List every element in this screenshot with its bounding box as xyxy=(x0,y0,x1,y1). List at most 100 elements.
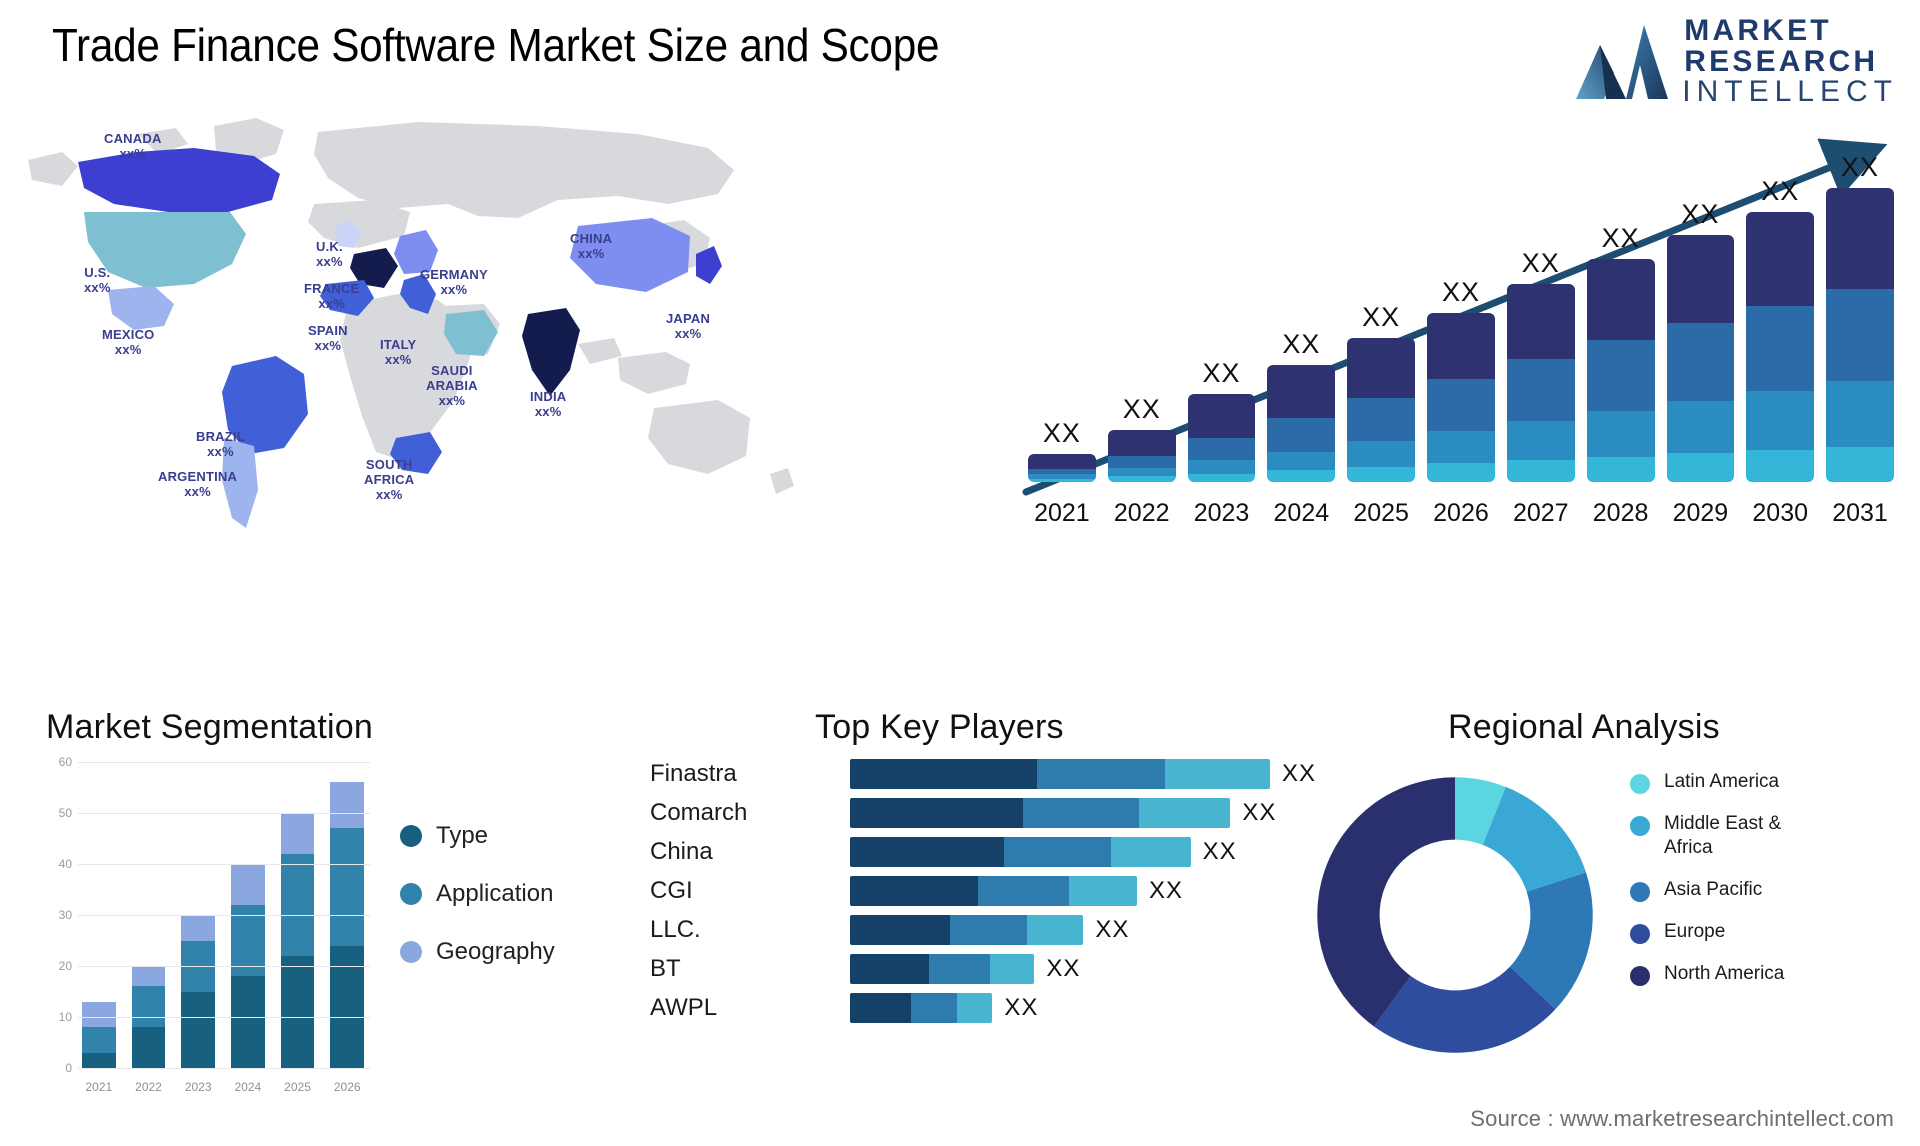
segmentation-y-tick: 10 xyxy=(58,1010,72,1024)
player-bar-segment xyxy=(850,954,930,984)
logo-line-intellect: INTELLECT xyxy=(1682,75,1898,109)
legend-label: Middle East & Africa xyxy=(1664,813,1782,858)
forecast-bar-segment xyxy=(1427,431,1495,464)
forecast-bar-stack xyxy=(1107,430,1176,482)
logo-line-market: MARKET xyxy=(1684,14,1832,47)
player-value-label: XX xyxy=(1046,955,1081,982)
forecast-bar-segment xyxy=(1107,455,1176,468)
regional-legend-item-europe: Europe xyxy=(1630,920,1834,944)
segmentation-segment-type xyxy=(131,1027,166,1068)
player-bar-segment xyxy=(950,915,1028,945)
segmentation-segment-geography xyxy=(131,966,166,987)
legend-dot-icon xyxy=(400,941,422,963)
player-name: CGI xyxy=(650,877,693,904)
segmentation-legend-item-type: Type xyxy=(400,822,555,850)
player-bar-segment xyxy=(1139,798,1231,828)
market-segmentation-title: Market Segmentation xyxy=(46,708,373,746)
forecast-bar-stack xyxy=(1187,394,1256,482)
forecast-bar-segment xyxy=(1826,380,1894,447)
map-label-saudi-arabia: SAUDI ARABIA xx% xyxy=(426,363,478,408)
forecast-bar-segment xyxy=(1826,289,1894,381)
page-title: Trade Finance Software Market Size and S… xyxy=(52,19,940,71)
segmentation-y-tick: 50 xyxy=(58,806,72,820)
forecast-bar-value-label: XX xyxy=(1202,358,1241,389)
player-bar-segment xyxy=(1164,759,1270,789)
forecast-year-label-2024: 2024 xyxy=(1273,499,1330,527)
forecast-bar-segment xyxy=(1586,411,1655,457)
forecast-year-label-2028: 2028 xyxy=(1592,499,1649,527)
map-label-canada: CANADA xx% xyxy=(104,131,162,161)
legend-label: Geography xyxy=(436,938,555,965)
forecast-bar-segment xyxy=(1506,421,1575,461)
map-label-italy: ITALY xx% xyxy=(380,337,417,367)
forecast-bar-chart: XX XX XX XX XX XX XX XX XX XX XX 2021 2022 2023 2024 2… xyxy=(1010,120,1906,540)
forecast-year-label-2030: 2030 xyxy=(1752,499,1809,527)
segmentation-x-label-2021: 2021 xyxy=(85,1080,113,1094)
player-name: AWPL xyxy=(650,994,718,1021)
player-bar xyxy=(850,759,1270,789)
map-label-france: FRANCE xx% xyxy=(304,281,360,311)
forecast-bar-2023: XX xyxy=(1187,152,1256,482)
forecast-bar-segment xyxy=(1028,454,1096,470)
player-bar-segment xyxy=(957,993,993,1023)
player-bar xyxy=(850,954,1035,984)
forecast-bar-segment xyxy=(1267,365,1336,418)
forecast-bar-segment xyxy=(1347,466,1416,482)
forecast-bar-segment xyxy=(1427,463,1495,482)
forecast-bar-segment xyxy=(1586,258,1655,341)
map-label-germany: GERMANY xx% xyxy=(420,267,488,297)
legend-dot-icon xyxy=(1630,881,1650,902)
forecast-bar-segment xyxy=(1666,453,1735,482)
forecast-year-label-2026: 2026 xyxy=(1433,499,1489,527)
segmentation-segment-geography xyxy=(181,915,216,941)
regional-legend-item-north-america: North America xyxy=(1630,962,1834,986)
segmentation-segment-type xyxy=(231,976,265,1068)
world-map: CANADA xx% U.S. xx% MEXICO xx% BRAZIL xx% AR… xyxy=(18,108,858,578)
player-name: Finastra xyxy=(650,760,737,787)
forecast-bar-value-label: XX xyxy=(1441,277,1480,308)
forecast-bar-segment xyxy=(1506,460,1575,482)
player-value-label: XX xyxy=(1242,799,1277,826)
segmentation-segment-application xyxy=(280,853,315,956)
forecast-bar-stack xyxy=(1666,235,1735,482)
source-attribution: Source : www.marketresearchintellect.com xyxy=(1470,1106,1894,1131)
player-value-label: XX xyxy=(1004,994,1039,1021)
player-bar xyxy=(850,876,1137,906)
forecast-bar-stack xyxy=(1267,365,1336,482)
forecast-bar-segment xyxy=(1028,478,1096,482)
forecast-bar-segment xyxy=(1746,211,1815,307)
forecast-bar-stack xyxy=(1347,338,1416,482)
player-bar-segment xyxy=(1022,798,1140,828)
forecast-bar-segment xyxy=(1666,323,1735,401)
regional-legend-item-latin-america: Latin America xyxy=(1630,770,1834,794)
forecast-bar-stack xyxy=(1427,313,1495,482)
forecast-bar-2028: XX xyxy=(1586,152,1655,482)
forecast-bar-segment xyxy=(1586,340,1655,412)
forecast-bar-stack xyxy=(1586,258,1655,482)
segmentation-segment-type xyxy=(280,955,315,1068)
forecast-year-axis: 2021 2022 2023 2024 2025 2026 2027 2028 2029 2030… xyxy=(1028,499,1894,528)
regional-legend-item-middle-east-africa: Middle East & Africa xyxy=(1630,812,1834,860)
segmentation-y-tick: 0 xyxy=(65,1061,72,1075)
segmentation-gridline xyxy=(78,813,370,814)
forecast-bar-segment xyxy=(1666,235,1735,324)
player-bar-segment xyxy=(1069,876,1137,906)
segmentation-x-label-2025: 2025 xyxy=(284,1080,311,1094)
brand-logo: MARKET RESEARCH INTELLECT xyxy=(1574,14,1898,109)
forecast-bar-segment xyxy=(1427,378,1495,432)
forecast-bar-2022: XX xyxy=(1107,152,1176,482)
segmentation-gridline xyxy=(78,1017,370,1018)
forecast-bar-segment xyxy=(1187,438,1256,461)
segmentation-x-label-2024: 2024 xyxy=(234,1080,262,1094)
player-bar-segment xyxy=(989,954,1035,984)
market-segmentation-chart: 2021 2022 2023 2024 2025 2026 0 10 20 30 40 50 60 xyxy=(40,755,370,1102)
segmentation-gridline xyxy=(78,762,370,763)
forecast-year-label-2022: 2022 xyxy=(1113,499,1170,527)
forecast-bar-value-label: XX xyxy=(1362,302,1401,333)
player-bar-segment xyxy=(850,837,1004,867)
segmentation-segment-geography xyxy=(231,864,265,905)
segmentation-segment-application xyxy=(131,986,166,1028)
forecast-bar-segment xyxy=(1187,394,1256,439)
forecast-bar-segment xyxy=(1666,400,1735,454)
forecast-year-label-2031: 2031 xyxy=(1832,499,1888,527)
